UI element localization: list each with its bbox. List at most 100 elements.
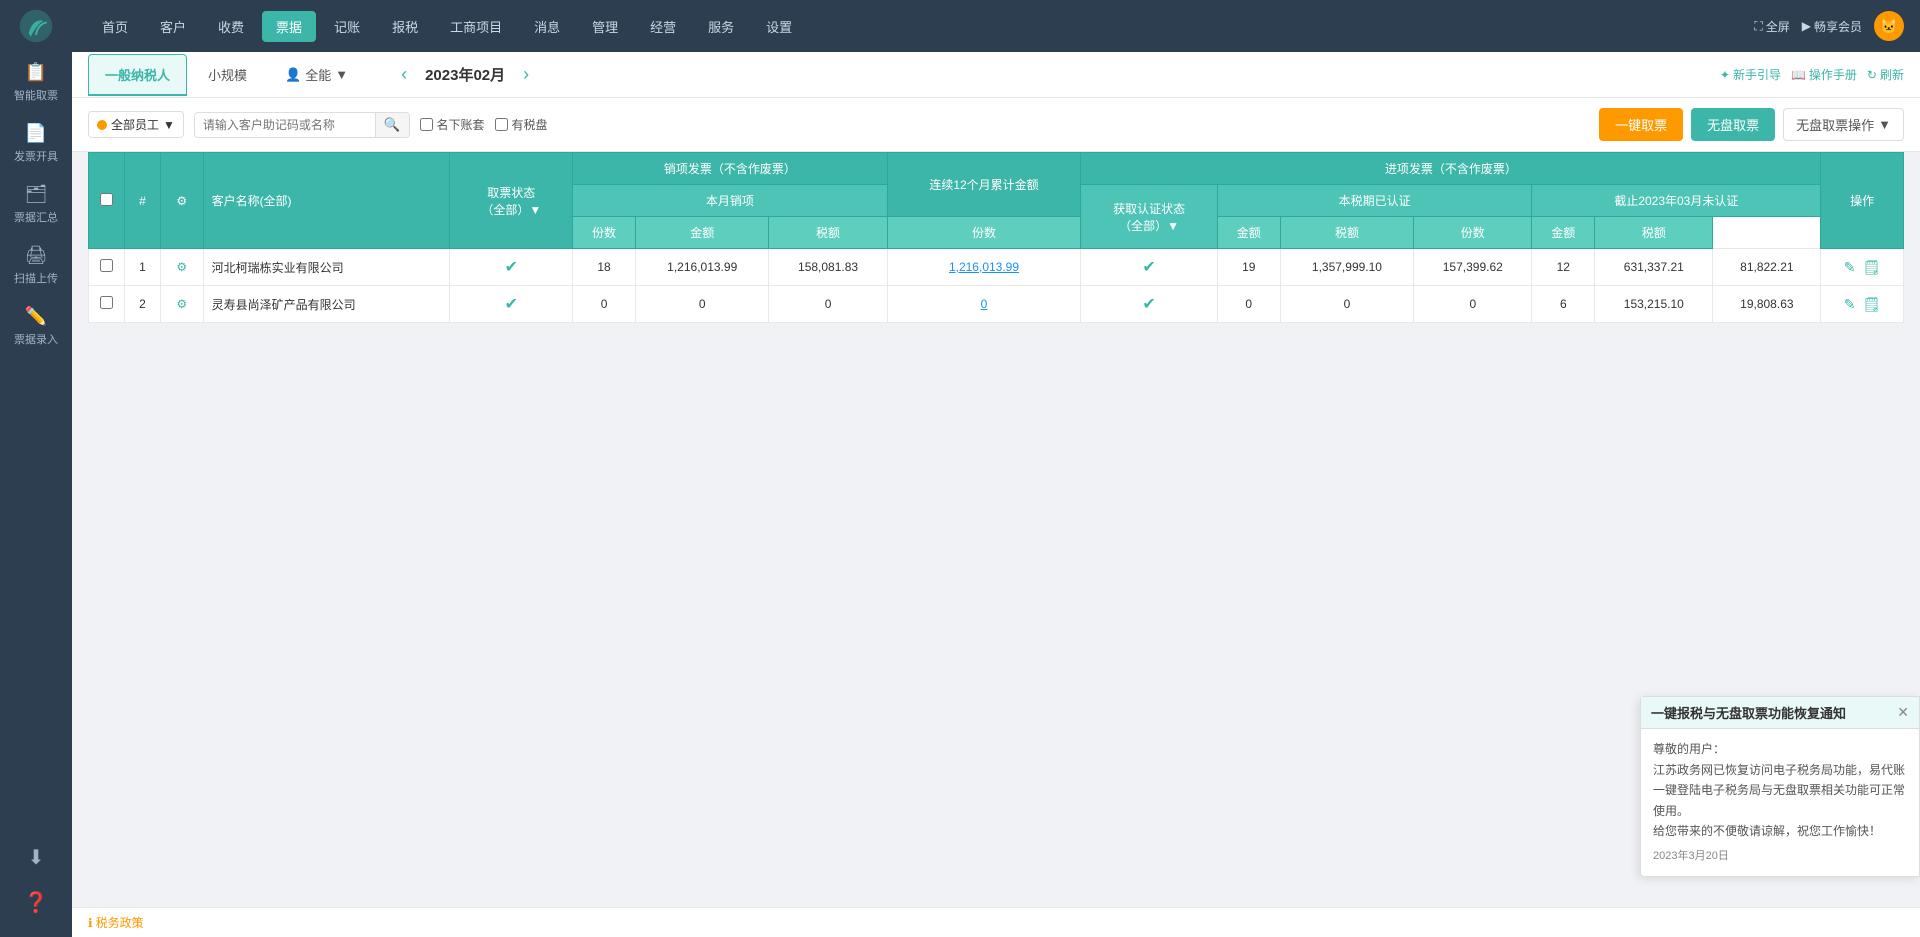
sidebar-item-label: 扫描上传 bbox=[14, 270, 58, 286]
col-checkbox-header bbox=[89, 153, 125, 249]
row-settings[interactable]: ⚙ bbox=[161, 249, 204, 286]
row-sales-copies: 18 bbox=[573, 249, 636, 286]
nav-tax[interactable]: 报税 bbox=[378, 11, 432, 42]
accountbook-checkbox[interactable] bbox=[420, 118, 433, 131]
one-click-fetch-button[interactable]: 一键取票 bbox=[1599, 108, 1683, 141]
cumulative-link: 1,216,013.99 bbox=[949, 260, 1019, 274]
row-checkbox[interactable] bbox=[89, 249, 125, 286]
refresh-btn[interactable]: ↻ 刷新 bbox=[1867, 66, 1904, 83]
nav-bookkeeping[interactable]: 记账 bbox=[320, 11, 374, 42]
next-month-button[interactable]: › bbox=[523, 64, 529, 85]
filter-taxdisk[interactable]: 有税盘 bbox=[495, 116, 548, 133]
nav-operations[interactable]: 经营 bbox=[636, 11, 690, 42]
invoice-summary-icon: 🗂 bbox=[25, 184, 48, 205]
member-btn[interactable]: ▶ 畅享会员 bbox=[1802, 18, 1862, 35]
col-purchase-uncert-header: 截止2023年03月未认证 bbox=[1532, 185, 1821, 217]
row-edit-button[interactable]: ✎ bbox=[1844, 296, 1856, 312]
cert-filter-icon[interactable]: ▼ bbox=[1167, 219, 1179, 233]
col-sales-header: 销项发票（不含作废票） bbox=[573, 153, 888, 185]
tab-all[interactable]: 👤 全能 ▼ bbox=[268, 54, 365, 95]
nav-invoices[interactable]: 票据 bbox=[262, 11, 316, 42]
col-no-header: # bbox=[125, 153, 161, 249]
row-edit-button[interactable]: ✎ bbox=[1844, 259, 1856, 275]
fullscreen-btn[interactable]: ⛶ 全屏 bbox=[1754, 18, 1789, 35]
search-input[interactable] bbox=[195, 114, 375, 136]
search-button[interactable]: 🔍 bbox=[375, 113, 409, 137]
row-select-0[interactable] bbox=[100, 259, 113, 272]
popup-close-button[interactable]: ✕ bbox=[1897, 704, 1909, 721]
prev-month-button[interactable]: ‹ bbox=[401, 64, 407, 85]
refresh-icon: ↻ bbox=[1867, 68, 1877, 82]
sidebar-item-data-entry[interactable]: ✏️ 票据录入 bbox=[0, 296, 72, 357]
col-current-sales-header: 本月销项 bbox=[573, 185, 888, 217]
fullscreen-icon: ⛶ bbox=[1754, 19, 1762, 34]
sidebar-item-label: 发票开具 bbox=[14, 148, 58, 164]
nav-messages[interactable]: 消息 bbox=[520, 11, 574, 42]
nav-services[interactable]: 服务 bbox=[694, 11, 748, 42]
fetch-status-icon: ✔ bbox=[505, 296, 518, 313]
help-icon[interactable]: ❓ bbox=[18, 884, 55, 921]
notification-popup: 一键报税与无盘取票功能恢复通知 ✕ 尊敬的用户： 江苏政务网已恢复访问电子税务局… bbox=[1640, 696, 1920, 877]
taxdisk-checkbox[interactable] bbox=[495, 118, 508, 131]
row-settings[interactable]: ⚙ bbox=[161, 286, 204, 323]
nav-billing[interactable]: 收费 bbox=[204, 11, 258, 42]
col-purchase-header: 进项发票（不含作废票） bbox=[1081, 153, 1821, 185]
employee-chevron-icon: ▼ bbox=[163, 118, 175, 132]
col-puncert-amount: 金额 bbox=[1532, 217, 1595, 249]
sidebar-item-label: 票据录入 bbox=[14, 331, 58, 347]
star-icon: ✦ bbox=[1720, 68, 1730, 82]
row-sales-tax: 158,081.83 bbox=[769, 249, 887, 286]
sidebar-item-invoice-summary[interactable]: 🗂 票据汇总 bbox=[0, 174, 72, 235]
smart-fetch-icon: 📋 bbox=[25, 62, 47, 83]
no-disk-ops-button[interactable]: 无盘取票操作 ▼ bbox=[1783, 108, 1904, 141]
row-checkbox[interactable] bbox=[89, 286, 125, 323]
col-purchase-certified-header: 本税期已认证 bbox=[1217, 185, 1532, 217]
col-settings-header: ⚙ bbox=[161, 153, 204, 249]
nav-customers[interactable]: 客户 bbox=[146, 11, 200, 42]
cert-status-icon: ✔ bbox=[1142, 296, 1155, 313]
row-select-1[interactable] bbox=[100, 296, 113, 309]
popup-greeting: 尊敬的用户： bbox=[1653, 739, 1907, 759]
row-fetch-status: ✔ bbox=[450, 286, 573, 323]
sidebar-item-issue-invoice[interactable]: 📄 发票开具 bbox=[0, 113, 72, 174]
nav-settings[interactable]: 设置 bbox=[752, 11, 806, 42]
ops-chevron-icon: ▼ bbox=[1878, 117, 1891, 132]
col-cert-status-header: 获取认证状态（全部）▼ bbox=[1081, 185, 1217, 249]
row-delete-button[interactable]: 🗒 bbox=[1863, 296, 1881, 312]
book-icon: 📖 bbox=[1791, 68, 1806, 82]
row-delete-button[interactable]: 🗒 bbox=[1863, 259, 1881, 275]
col-cumulative-header: 连续12个月累计金额 bbox=[887, 153, 1081, 217]
employee-select[interactable]: 全部员工 ▼ bbox=[88, 111, 184, 138]
popup-title: 一键报税与无盘取票功能恢复通知 bbox=[1651, 703, 1846, 722]
sidebar-item-smart-fetch[interactable]: 📋 智能取票 bbox=[0, 52, 72, 113]
select-all-checkbox[interactable] bbox=[100, 193, 113, 206]
filter-accountbook[interactable]: 名下账套 bbox=[420, 116, 485, 133]
nav-home[interactable]: 首页 bbox=[88, 11, 142, 42]
popup-body: 尊敬的用户： 江苏政务网已恢复访问电子税务局功能，易代账一键登陆电子税务局与无盘… bbox=[1641, 729, 1919, 876]
new-guide-btn[interactable]: ✦ 新手引导 bbox=[1720, 66, 1781, 83]
download-icon[interactable]: ⬇ bbox=[22, 839, 51, 876]
tab-general-taxpayer[interactable]: 一般纳税人 bbox=[88, 54, 187, 96]
tab-small-scale[interactable]: 小规模 bbox=[191, 54, 264, 95]
bottom-bar: ℹ 税务政策 bbox=[72, 907, 1920, 937]
no-disk-fetch-button[interactable]: 无盘取票 bbox=[1691, 108, 1775, 141]
toolbar-right: 一键取票 无盘取票 无盘取票操作 ▼ bbox=[1599, 108, 1904, 141]
row-sales-copies: 0 bbox=[573, 286, 636, 323]
row-cert-status: ✔ bbox=[1081, 249, 1217, 286]
col-name-header: 客户名称(全部) bbox=[203, 153, 450, 249]
col-ops-header: 操作 bbox=[1821, 153, 1904, 249]
nav-business[interactable]: 工商项目 bbox=[436, 11, 516, 42]
sidebar-item-scan-upload[interactable]: 🖨 扫描上传 bbox=[0, 235, 72, 296]
all-icon: 👤 bbox=[285, 67, 301, 83]
employee-dot bbox=[97, 120, 107, 130]
sidebar-logo[interactable] bbox=[0, 0, 72, 52]
tax-policy-link[interactable]: ℹ 税务政策 bbox=[88, 914, 144, 931]
status-filter-icon[interactable]: ▼ bbox=[529, 203, 541, 217]
member-icon: ▶ bbox=[1802, 19, 1811, 33]
table-row: 1 ⚙ 河北柯瑞栋实业有限公司 ✔ 18 1,216,013.99 158,08… bbox=[89, 249, 1904, 286]
nav-management[interactable]: 管理 bbox=[578, 11, 632, 42]
row-fetch-status: ✔ bbox=[450, 249, 573, 286]
popup-header: 一键报税与无盘取票功能恢复通知 ✕ bbox=[1641, 697, 1919, 729]
manual-btn[interactable]: 📖 操作手册 bbox=[1791, 66, 1857, 83]
user-avatar[interactable]: 🐱 bbox=[1874, 11, 1904, 41]
